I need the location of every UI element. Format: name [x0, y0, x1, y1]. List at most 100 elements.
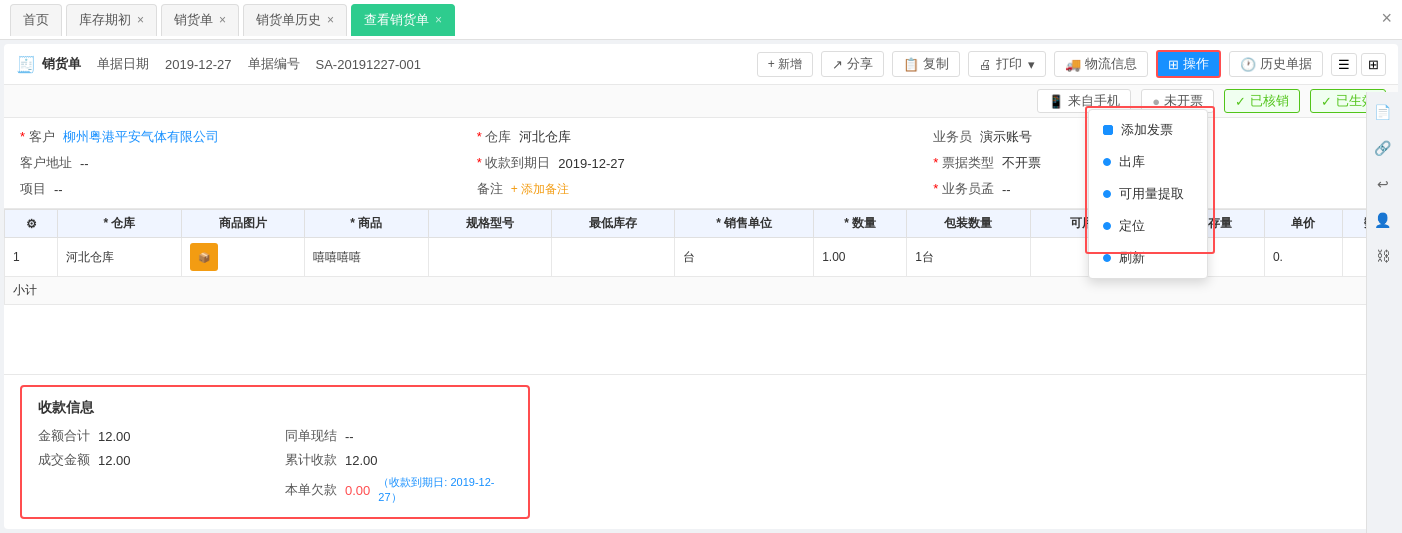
deal-amount-value: 12.00 — [98, 453, 131, 468]
warehouse-row: 仓库 河北仓库 — [477, 128, 926, 146]
row-no: 1 — [5, 238, 58, 277]
project-value: -- — [54, 182, 63, 197]
address-value: -- — [80, 156, 89, 171]
payment-box: 收款信息 金额合计 12.00 同单现结 -- 成交金额 12.00 累计收款 … — [20, 385, 530, 519]
locate-item[interactable]: 定位 — [1089, 210, 1207, 242]
tab-inventory[interactable]: 库存期初 × — [66, 4, 157, 36]
address-label: 客户地址 — [20, 154, 72, 172]
grid-view-button[interactable]: ⊞ — [1361, 53, 1386, 76]
locate-dot — [1103, 222, 1111, 230]
close-tab-view[interactable]: × — [435, 13, 442, 27]
row-pkg-qty: 1台 — [907, 238, 1030, 277]
print-button[interactable]: 🖨 打印 ▾ — [968, 51, 1046, 77]
date-label: 单据日期 — [97, 55, 149, 73]
payment-date-value: 2019-12-27 — [558, 156, 625, 171]
dropdown-arrow: ▾ — [1028, 57, 1035, 72]
address-row: 客户地址 -- — [20, 154, 469, 172]
tab-sales-order[interactable]: 销货单 × — [161, 4, 239, 36]
col-warehouse: * 仓库 — [58, 210, 181, 238]
truck-icon: 🚚 — [1065, 57, 1081, 72]
ticket-icon: ● — [1152, 94, 1160, 109]
sales-order-icon: 🧾 — [16, 55, 36, 74]
share-icon: ↗ — [832, 57, 843, 72]
sidebar-chain-icon[interactable]: ⛓ — [1371, 244, 1395, 268]
col-unit: * 销售单位 — [675, 210, 814, 238]
subtotal-label: 小计 — [5, 277, 1398, 305]
new-button[interactable]: + 新增 — [757, 52, 813, 77]
deal-amount-label: 成交金额 — [38, 451, 90, 469]
customer-row: 客户 柳州粤港平安气体有限公司 — [20, 128, 469, 146]
share-button[interactable]: ↗ 分享 — [821, 51, 884, 77]
sidebar-doc-icon[interactable]: 📄 — [1371, 100, 1395, 124]
note-label: 备注 — [477, 180, 503, 198]
operate-button[interactable]: ⊞ 操作 — [1156, 50, 1221, 78]
total-amount-label: 金额合计 — [38, 427, 90, 445]
logistics-button[interactable]: 🚚 物流信息 — [1054, 51, 1148, 77]
staff-label: 业务员 — [933, 128, 972, 146]
confirmed-button[interactable]: ✓ 已核销 — [1224, 89, 1300, 113]
effective-icon: ✓ — [1321, 94, 1332, 109]
subtotal-row: 小计 — [5, 277, 1398, 305]
close-tab-sales[interactable]: × — [219, 13, 226, 27]
doc-actions: + 新增 ↗ 分享 📋 复制 🖨 打印 ▾ 🚚 物流信息 ⊞ 操作 — [757, 50, 1386, 78]
add-note-button[interactable]: + 添加备注 — [511, 181, 569, 198]
invoice-dot — [1103, 125, 1113, 135]
tab-view-sales-order[interactable]: 查看销货单 × — [351, 4, 455, 36]
col-settings[interactable]: ⚙ — [5, 210, 58, 238]
doc-title: 🧾 销货单 — [16, 55, 81, 74]
sidebar-link-icon[interactable]: 🔗 — [1371, 136, 1395, 160]
total-collected-value: 12.00 — [345, 453, 378, 468]
grid-icon: ⊞ — [1168, 57, 1179, 72]
list-view-button[interactable]: ☰ — [1331, 53, 1357, 76]
tab-bar: 首页 库存期初 × 销货单 × 销货单历史 × 查看销货单 × × — [0, 0, 1402, 40]
row-product: 嘻嘻嘻嘻 — [305, 238, 428, 277]
doc-meta: 单据日期 2019-12-27 单据编号 SA-20191227-001 — [97, 55, 421, 73]
payment-date-row: 收款到期日 2019-12-27 — [477, 154, 926, 172]
no-label: 单据编号 — [248, 55, 300, 73]
operate-dropdown: 添加发票 出库 可用量提取 定位 刷新 — [1088, 109, 1208, 279]
main-area: 🧾 销货单 单据日期 2019-12-27 单据编号 SA-20191227-0… — [4, 44, 1398, 529]
total-amount-value: 12.00 — [98, 429, 131, 444]
row-price: 0. — [1264, 238, 1342, 277]
close-tab-history[interactable]: × — [327, 13, 334, 27]
window-close-button[interactable]: × — [1381, 8, 1392, 29]
sidebar-user-icon[interactable]: 👤 — [1371, 208, 1395, 232]
row-spec — [428, 238, 551, 277]
warehouse-label: 仓库 — [477, 128, 512, 146]
staff2-label: 业务员孟 — [933, 180, 994, 198]
copy-icon: 📋 — [903, 57, 919, 72]
owed-label: 本单欠款 — [285, 481, 337, 499]
staff2-value: -- — [1002, 182, 1011, 197]
avail-dot — [1103, 190, 1111, 198]
warehouse-value: 河北仓库 — [519, 128, 571, 146]
payment-grid: 金额合计 12.00 同单现结 -- 成交金额 12.00 累计收款 12.00 — [38, 427, 512, 505]
sidebar-return-icon[interactable]: ↩ — [1371, 172, 1395, 196]
staff-value: 演示账号 — [980, 128, 1032, 146]
col-min-stock: 最低库存 — [551, 210, 674, 238]
outbound-dot — [1103, 158, 1111, 166]
customer-value[interactable]: 柳州粤港平安气体有限公司 — [63, 128, 219, 146]
outbound-item[interactable]: 出库 — [1089, 146, 1207, 178]
history-button[interactable]: 🕐 历史单据 — [1229, 51, 1323, 77]
refresh-dot — [1103, 254, 1111, 262]
col-product: * 商品 — [305, 210, 428, 238]
col-spec: 规格型号 — [428, 210, 551, 238]
row-unit: 台 — [675, 238, 814, 277]
close-tab-inventory[interactable]: × — [137, 13, 144, 27]
footer-area: 收款信息 金额合计 12.00 同单现结 -- 成交金额 12.00 累计收款 … — [4, 374, 1398, 529]
payment-title: 收款信息 — [38, 399, 512, 417]
copy-button[interactable]: 📋 复制 — [892, 51, 960, 77]
avail-extract-label: 可用量提取 — [1119, 185, 1184, 203]
total-amount-row: 金额合计 12.00 — [38, 427, 265, 445]
row-img: 📦 — [181, 238, 304, 277]
refresh-item[interactable]: 刷新 — [1089, 242, 1207, 274]
same-order-label: 同单现结 — [285, 427, 337, 445]
total-collected-label: 累计收款 — [285, 451, 337, 469]
tab-sales-history[interactable]: 销货单历史 × — [243, 4, 347, 36]
col-pkg-qty: 包装数量 — [907, 210, 1030, 238]
avail-extract-item[interactable]: 可用量提取 — [1089, 178, 1207, 210]
add-invoice-item[interactable]: 添加发票 — [1089, 114, 1207, 146]
tab-home[interactable]: 首页 — [10, 4, 62, 36]
same-order-row: 同单现结 -- — [285, 427, 512, 445]
date-value: 2019-12-27 — [165, 57, 232, 72]
